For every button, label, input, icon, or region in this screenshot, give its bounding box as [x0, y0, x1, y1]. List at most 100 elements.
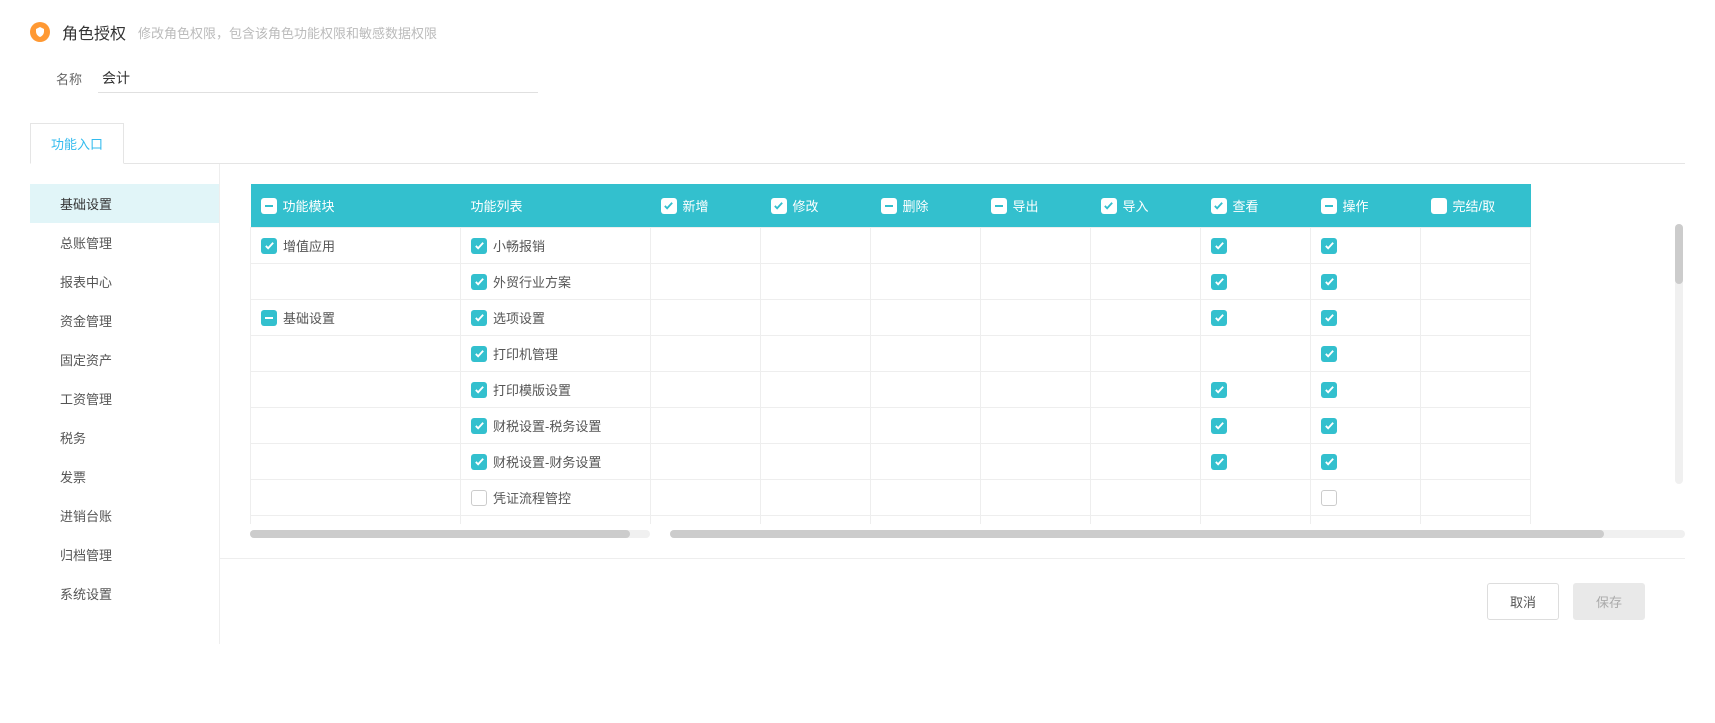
checkbox[interactable]	[1321, 238, 1337, 254]
checkbox[interactable]	[1211, 418, 1227, 434]
checkbox[interactable]	[1211, 274, 1227, 290]
module-cell	[251, 516, 461, 525]
permission-table: 功能模块功能列表新增修改删除导出导入查看操作完结/取 增值应用小畅报销外贸行业方…	[250, 184, 1531, 524]
column-header: 查看	[1201, 184, 1311, 228]
page-title: 角色授权	[62, 20, 126, 44]
table-row: 增值应用小畅报销	[251, 228, 1531, 264]
perm-cell	[1421, 228, 1531, 264]
module-cell: 增值应用	[251, 228, 461, 264]
checkbox[interactable]	[471, 346, 487, 362]
checkbox[interactable]	[991, 198, 1007, 214]
sidebar-item[interactable]: 系统设置	[30, 574, 219, 613]
checkbox[interactable]	[1321, 310, 1337, 326]
perm-cell	[651, 480, 761, 516]
h-scroll-right[interactable]	[670, 530, 1685, 538]
role-name-input[interactable]	[98, 64, 538, 93]
table-row: 基础设置选项设置	[251, 300, 1531, 336]
perm-cell	[1201, 228, 1311, 264]
horizontal-scrollbars	[250, 530, 1685, 538]
feature-cell: 凭证类型设置	[461, 516, 651, 525]
checkbox[interactable]	[1211, 238, 1227, 254]
table-row: 外贸行业方案	[251, 264, 1531, 300]
table-row: 打印机管理	[251, 336, 1531, 372]
save-button[interactable]: 保存	[1573, 583, 1645, 620]
feature-cell: 打印模版设置	[461, 372, 651, 408]
checkbox[interactable]	[261, 198, 277, 214]
perm-cell	[1421, 372, 1531, 408]
table-row: 财税设置-税务设置	[251, 408, 1531, 444]
name-label: 名称	[56, 69, 82, 88]
checkbox[interactable]	[881, 198, 897, 214]
column-label: 删除	[903, 196, 929, 215]
perm-cell	[1311, 444, 1421, 480]
perm-cell	[1201, 336, 1311, 372]
perm-cell	[871, 264, 981, 300]
perm-cell	[651, 444, 761, 480]
perm-cell	[1201, 264, 1311, 300]
column-label: 完结/取	[1453, 196, 1496, 215]
column-header: 操作	[1311, 184, 1421, 228]
module-cell	[251, 480, 461, 516]
perm-cell	[651, 228, 761, 264]
module-cell	[251, 336, 461, 372]
perm-cell	[761, 228, 871, 264]
checkbox[interactable]	[771, 198, 787, 214]
perm-cell	[1091, 228, 1201, 264]
tab-function-entry[interactable]: 功能入口	[30, 123, 124, 164]
checkbox[interactable]	[1321, 198, 1337, 214]
sidebar-item[interactable]: 基础设置	[30, 184, 219, 223]
checkbox[interactable]	[471, 454, 487, 470]
module-cell	[251, 372, 461, 408]
checkbox[interactable]	[471, 418, 487, 434]
checkbox[interactable]	[1321, 490, 1337, 506]
sidebar-item[interactable]: 工资管理	[30, 379, 219, 418]
checkbox[interactable]	[471, 490, 487, 506]
cancel-button[interactable]: 取消	[1487, 583, 1559, 620]
sidebar-item[interactable]: 固定资产	[30, 340, 219, 379]
perm-cell	[981, 408, 1091, 444]
footer-actions: 取消 保存	[220, 558, 1685, 644]
perm-cell	[981, 480, 1091, 516]
perm-cell	[761, 300, 871, 336]
checkbox[interactable]	[471, 274, 487, 290]
checkbox[interactable]	[261, 310, 277, 326]
sidebar-item[interactable]: 进销台账	[30, 496, 219, 535]
checkbox[interactable]	[471, 238, 487, 254]
column-header: 功能列表	[461, 184, 651, 228]
sidebar-item[interactable]: 税务	[30, 418, 219, 457]
sidebar-item[interactable]: 总账管理	[30, 223, 219, 262]
perm-cell	[1421, 408, 1531, 444]
perm-cell	[981, 444, 1091, 480]
checkbox[interactable]	[1101, 198, 1117, 214]
checkbox[interactable]	[1321, 454, 1337, 470]
shield-icon	[30, 22, 50, 42]
checkbox[interactable]	[1321, 382, 1337, 398]
column-label: 导入	[1123, 196, 1149, 215]
sidebar-item[interactable]: 资金管理	[30, 301, 219, 340]
vertical-scrollbar[interactable]	[1675, 224, 1683, 484]
name-row: 名称	[56, 64, 1685, 93]
checkbox[interactable]	[471, 382, 487, 398]
checkbox[interactable]	[1211, 198, 1227, 214]
checkbox[interactable]	[261, 238, 277, 254]
checkbox[interactable]	[1211, 382, 1227, 398]
checkbox[interactable]	[661, 198, 677, 214]
checkbox[interactable]	[1431, 198, 1447, 214]
column-header: 删除	[871, 184, 981, 228]
checkbox[interactable]	[1211, 310, 1227, 326]
sidebar-item[interactable]: 发票	[30, 457, 219, 496]
checkbox[interactable]	[1321, 418, 1337, 434]
perm-cell	[651, 372, 761, 408]
table-row: 打印模版设置	[251, 372, 1531, 408]
perm-cell	[871, 372, 981, 408]
sidebar-item[interactable]: 归档管理	[30, 535, 219, 574]
checkbox[interactable]	[1321, 274, 1337, 290]
column-header: 功能模块	[251, 184, 461, 228]
perm-cell	[871, 516, 981, 525]
sidebar-item[interactable]: 报表中心	[30, 262, 219, 301]
perm-cell	[761, 480, 871, 516]
h-scroll-left[interactable]	[250, 530, 650, 538]
checkbox[interactable]	[1211, 454, 1227, 470]
checkbox[interactable]	[471, 310, 487, 326]
checkbox[interactable]	[1321, 346, 1337, 362]
